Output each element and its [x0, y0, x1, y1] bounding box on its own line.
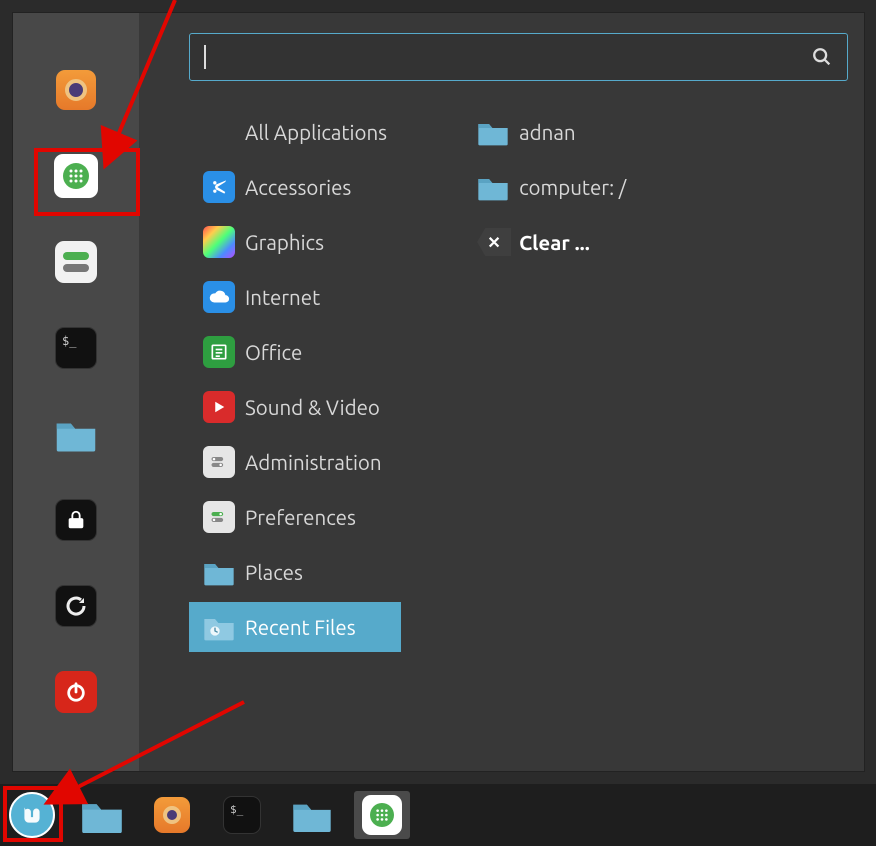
- sidebar-power[interactable]: [54, 670, 98, 714]
- taskbar-apps-grid[interactable]: [354, 791, 410, 839]
- category-recent-files[interactable]: Recent Files: [189, 602, 401, 652]
- category-label: All Applications: [245, 121, 387, 144]
- category-accessories[interactable]: Accessories: [189, 162, 401, 212]
- folder-icon: [203, 556, 235, 588]
- category-places[interactable]: Places: [189, 547, 401, 597]
- search-input[interactable]: [210, 46, 811, 69]
- recent-item-computer-root[interactable]: computer: /: [463, 162, 640, 212]
- folder-icon: [477, 171, 509, 203]
- search-box[interactable]: [189, 33, 848, 81]
- taskbar-show-desktop[interactable]: [74, 791, 130, 839]
- taskbar-menu-button[interactable]: [4, 791, 60, 839]
- recent-item-label: adnan: [519, 121, 575, 144]
- sidebar-files[interactable]: [54, 412, 98, 456]
- rainbow-icon: [203, 226, 235, 258]
- terminal-icon: $_: [55, 327, 97, 369]
- recent-item-clear[interactable]: ✕ Clear ...: [463, 217, 640, 267]
- category-label: Administration: [245, 451, 382, 474]
- text-cursor: [204, 45, 206, 69]
- category-preferences[interactable]: Preferences: [189, 492, 401, 542]
- settings-toggle-icon: [55, 241, 97, 283]
- category-label: Sound & Video: [245, 396, 380, 419]
- preferences-icon: [203, 501, 235, 533]
- firefox-icon: [56, 70, 96, 110]
- recent-folder-icon: [203, 611, 235, 643]
- category-label: Recent Files: [245, 616, 356, 639]
- recent-item-label: Clear ...: [519, 231, 590, 254]
- recent-item-adnan[interactable]: adnan: [463, 107, 640, 157]
- category-office[interactable]: Office: [189, 327, 401, 377]
- apps-grid-icon: [362, 795, 402, 835]
- play-icon: [203, 391, 235, 423]
- taskbar: $_: [0, 784, 876, 846]
- category-all-applications[interactable]: All Applications: [189, 107, 401, 157]
- logout-icon: [55, 585, 97, 627]
- lock-icon: [55, 499, 97, 541]
- folder-icon: [80, 797, 124, 833]
- search-icon: [811, 46, 833, 68]
- recent-items-list: adnan computer: / ✕ Clear ...: [463, 107, 640, 657]
- folder-icon: [477, 116, 509, 148]
- category-label: Office: [245, 341, 302, 364]
- sidebar-lock[interactable]: [54, 498, 98, 542]
- firefox-icon: [154, 797, 190, 833]
- category-label: Accessories: [245, 176, 351, 199]
- category-graphics[interactable]: Graphics: [189, 217, 401, 267]
- folder-icon: [291, 798, 333, 832]
- taskbar-files[interactable]: [284, 791, 340, 839]
- categories-list: All Applications Accessories Graphics: [189, 107, 401, 657]
- taskbar-terminal[interactable]: $_: [214, 791, 270, 839]
- sidebar-logout[interactable]: [54, 584, 98, 628]
- recent-item-label: computer: /: [519, 176, 626, 199]
- cloud-icon: [203, 281, 235, 313]
- menu-main: All Applications Accessories Graphics: [139, 13, 864, 771]
- favorites-sidebar: $_: [13, 13, 139, 771]
- category-label: Preferences: [245, 506, 356, 529]
- application-menu: $_: [12, 12, 865, 772]
- power-icon: [55, 671, 97, 713]
- category-label: Internet: [245, 286, 320, 309]
- admin-icon: [203, 446, 235, 478]
- category-label: Places: [245, 561, 303, 584]
- sidebar-settings[interactable]: [54, 240, 98, 284]
- office-icon: [203, 336, 235, 368]
- clear-icon: ✕: [477, 228, 511, 256]
- category-internet[interactable]: Internet: [189, 272, 401, 322]
- category-label: Graphics: [245, 231, 324, 254]
- scissors-icon: [203, 171, 235, 203]
- folder-icon: [55, 416, 97, 452]
- category-administration[interactable]: Administration: [189, 437, 401, 487]
- apps-grid-icon: [54, 154, 98, 198]
- sidebar-firefox[interactable]: [54, 68, 98, 112]
- taskbar-firefox[interactable]: [144, 791, 200, 839]
- terminal-icon: $_: [223, 796, 261, 834]
- sidebar-all-apps[interactable]: [54, 154, 98, 198]
- category-sound-video[interactable]: Sound & Video: [189, 382, 401, 432]
- mint-logo-icon: [9, 792, 55, 838]
- sidebar-terminal[interactable]: $_: [54, 326, 98, 370]
